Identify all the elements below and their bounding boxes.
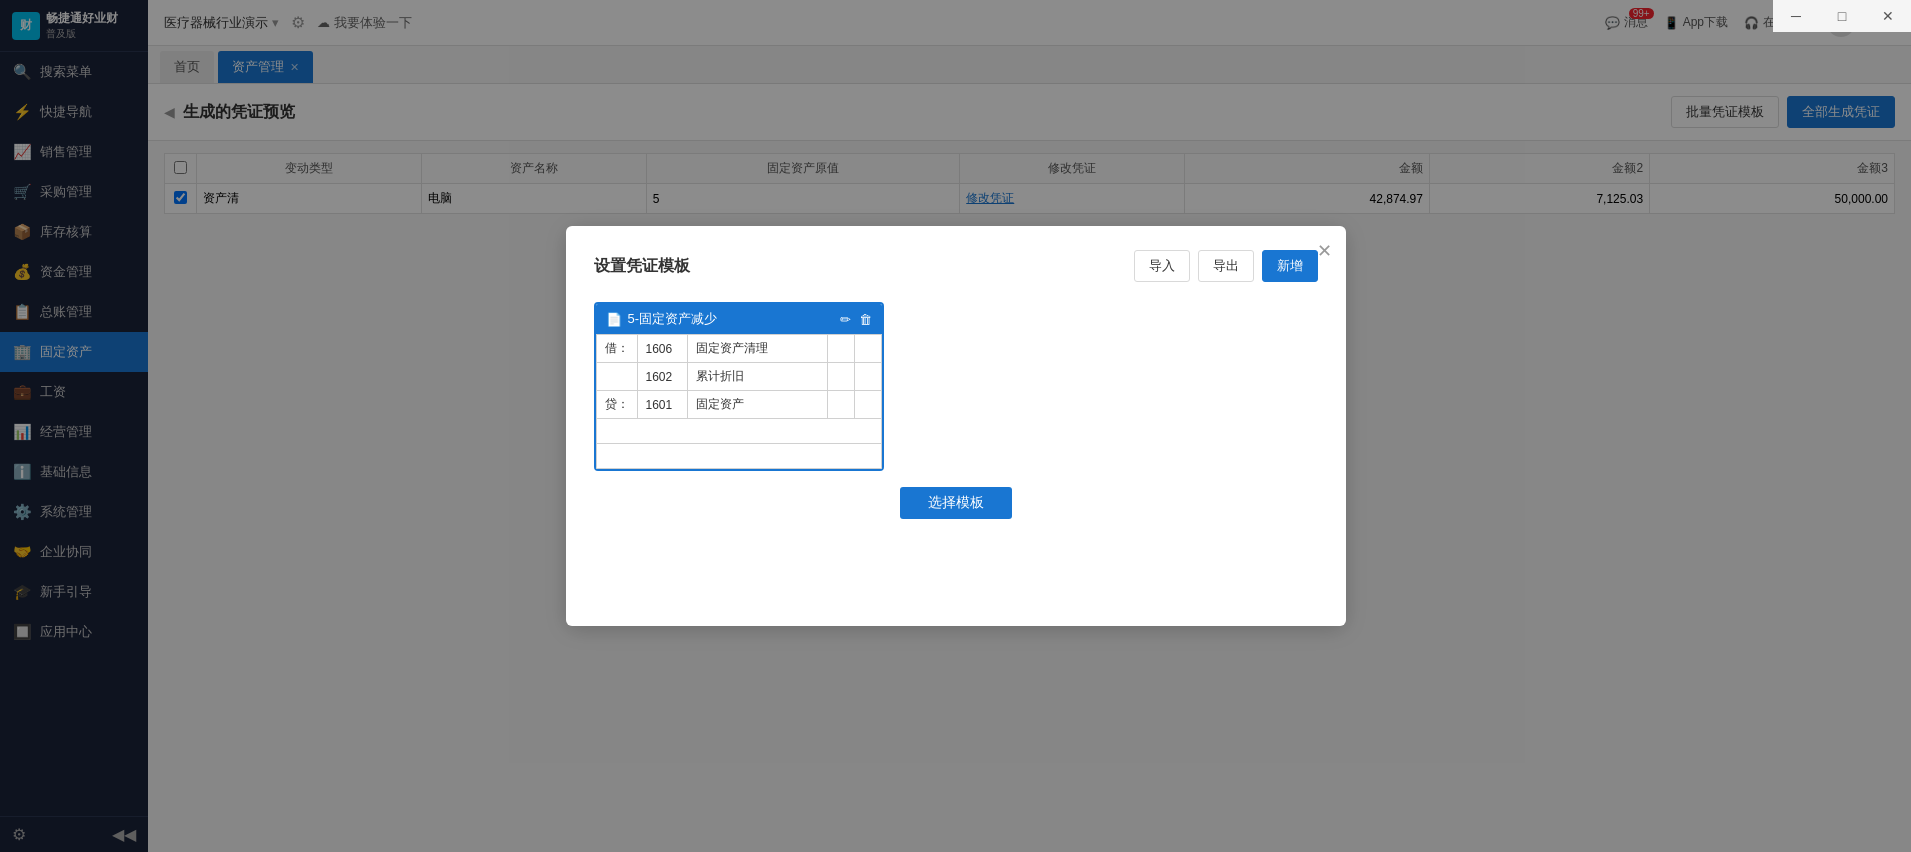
window-controls: ─ □ ✕ — [1773, 0, 1911, 32]
export-button[interactable]: 导出 — [1198, 250, 1254, 282]
modal-title: 设置凭证模板 — [594, 256, 690, 277]
modal-close-button[interactable]: ✕ — [1317, 240, 1332, 262]
template-debit-row: 借： 1606 固定资产清理 — [596, 335, 881, 363]
template-credit-row: 贷： 1601 固定资产 — [596, 391, 881, 419]
close-button[interactable]: ✕ — [1865, 0, 1911, 32]
template-header-actions: ✏ 🗑 — [840, 312, 872, 327]
template-debit-row: 1602 累计折旧 — [596, 363, 881, 391]
maximize-button[interactable]: □ — [1819, 0, 1865, 32]
template-edit-icon[interactable]: ✏ — [840, 312, 851, 327]
select-template-button[interactable]: 选择模板 — [900, 487, 1012, 519]
template-doc-icon: 📄 — [606, 312, 622, 327]
import-button[interactable]: 导入 — [1134, 250, 1190, 282]
template-card[interactable]: 📄 5-固定资产减少 ✏ 🗑 借： 1606 固定资产清理 1602 累计折旧 … — [594, 302, 884, 471]
modal-overlay: 设置凭证模板 导入 导出 新增 ✕ 📄 5-固定资产减少 ✏ 🗑 — [0, 0, 1911, 852]
template-table: 借： 1606 固定资产清理 1602 累计折旧 贷： 1601 固定资产 — [596, 334, 882, 469]
new-template-button[interactable]: 新增 — [1262, 250, 1318, 282]
template-name: 5-固定资产减少 — [628, 310, 718, 328]
template-header-left: 📄 5-固定资产减少 — [606, 310, 718, 328]
modal-dialog: 设置凭证模板 导入 导出 新增 ✕ 📄 5-固定资产减少 ✏ 🗑 — [566, 226, 1346, 626]
modal-action-buttons: 导入 导出 新增 — [1134, 250, 1318, 282]
template-card-body: 借： 1606 固定资产清理 1602 累计折旧 贷： 1601 固定资产 — [596, 334, 882, 469]
template-card-header: 📄 5-固定资产减少 ✏ 🗑 — [596, 304, 882, 334]
template-delete-icon[interactable]: 🗑 — [859, 312, 872, 327]
template-empty-row — [596, 444, 881, 469]
template-empty-row — [596, 419, 881, 444]
minimize-button[interactable]: ─ — [1773, 0, 1819, 32]
modal-header: 设置凭证模板 导入 导出 新增 — [594, 250, 1318, 282]
